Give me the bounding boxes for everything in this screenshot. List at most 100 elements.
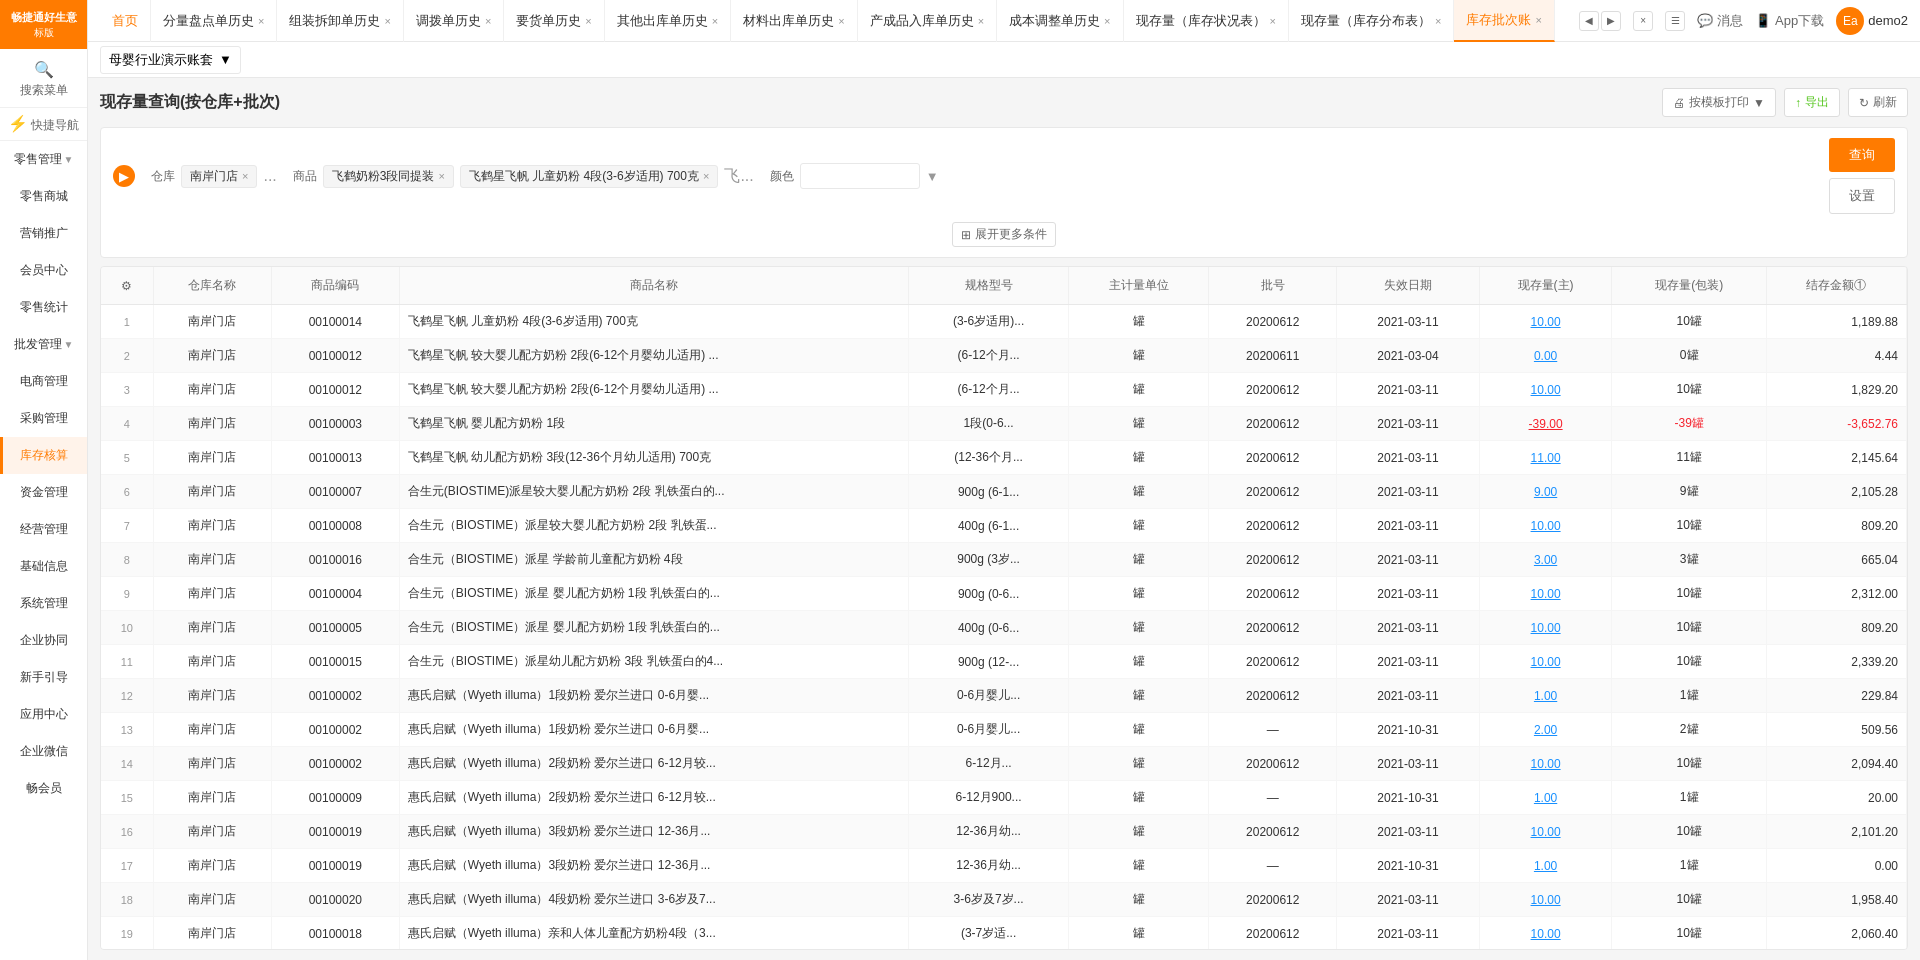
- product-more-button[interactable]: 飞...: [724, 166, 753, 187]
- print-button[interactable]: 🖨 按模板打印 ▼: [1662, 88, 1776, 117]
- product-filter-tag-1[interactable]: 飞鹤奶粉3段同提装 ×: [323, 165, 454, 188]
- product-filter-tag-2-remove[interactable]: ×: [703, 170, 709, 182]
- cell-amount: 20.00: [1766, 781, 1906, 815]
- sidebar-item-enterprise[interactable]: 企业协同: [0, 622, 87, 659]
- sidebar-item-retail-stats[interactable]: 零售统计: [0, 289, 87, 326]
- cell-qty-main[interactable]: 10.00: [1479, 305, 1612, 339]
- tab-other-outbound[interactable]: 其他出库单历史 ×: [605, 0, 731, 42]
- query-button[interactable]: 查询: [1829, 138, 1895, 172]
- cell-qty-main[interactable]: 2.00: [1479, 713, 1612, 747]
- product-filter-tag-1-remove[interactable]: ×: [438, 170, 444, 182]
- app-download-button[interactable]: 📱 App下载: [1755, 12, 1824, 30]
- sidebar-item-basic[interactable]: 基础信息: [0, 548, 87, 585]
- cell-qty-main[interactable]: 10.00: [1479, 611, 1612, 645]
- tab-inventory-status[interactable]: 现存量（库存状况表） ×: [1124, 0, 1289, 42]
- tab-cost-adjust-close[interactable]: ×: [1104, 15, 1110, 27]
- warehouse-filter-tag[interactable]: 南岸门店 ×: [181, 165, 257, 188]
- tab-home[interactable]: 首页: [100, 0, 151, 42]
- cell-qty-main[interactable]: 10.00: [1479, 509, 1612, 543]
- sidebar-item-finance[interactable]: 资金管理: [0, 474, 87, 511]
- col-settings[interactable]: ⚙: [101, 267, 153, 305]
- cell-name: 飞鹤星飞帆 较大婴儿配方奶粉 2段(6-12个月婴幼儿适用) ...: [399, 339, 908, 373]
- sidebar-item-appcenter[interactable]: 应用中心: [0, 696, 87, 733]
- sidebar-shortcut-button[interactable]: ⚡ 快捷导航: [0, 108, 87, 141]
- sidebar-item-retail-shop[interactable]: 零售商城: [0, 178, 87, 215]
- expand-conditions-button[interactable]: ⊞ 展开更多条件: [952, 222, 1056, 247]
- cell-amount: 2,105.28: [1766, 475, 1906, 509]
- sidebar-item-ecommerce[interactable]: 电商管理: [0, 363, 87, 400]
- tab-requisition[interactable]: 要货单历史 ×: [504, 0, 604, 42]
- tab-inventory-dist-close[interactable]: ×: [1435, 15, 1441, 27]
- tab-batch-account-close[interactable]: ×: [1535, 14, 1541, 26]
- cell-qty-main[interactable]: 10.00: [1479, 373, 1612, 407]
- cell-qty-pkg: -39罐: [1612, 407, 1767, 441]
- sidebar-item-retail[interactable]: 零售管理 ▼: [0, 141, 87, 178]
- tab-inventory-status-close[interactable]: ×: [1270, 15, 1276, 27]
- cell-qty-main[interactable]: 3.00: [1479, 543, 1612, 577]
- cell-warehouse: 南岸门店: [153, 917, 271, 951]
- org-selector[interactable]: 母婴行业演示账套 ▼: [100, 46, 241, 74]
- tab-transfer-close[interactable]: ×: [485, 15, 491, 27]
- tab-cost-adjust[interactable]: 成本调整单历史 ×: [997, 0, 1123, 42]
- cell-qty-main[interactable]: 10.00: [1479, 883, 1612, 917]
- sidebar-item-system[interactable]: 系统管理: [0, 585, 87, 622]
- tab-assembly-close[interactable]: ×: [384, 15, 390, 27]
- tab-batch-account[interactable]: 库存批次账 ×: [1454, 0, 1554, 42]
- user-profile[interactable]: Ea demo2: [1836, 7, 1908, 35]
- cell-qty-main[interactable]: 1.00: [1479, 849, 1612, 883]
- message-button[interactable]: 💬 消息: [1697, 12, 1743, 30]
- tab-requisition-close[interactable]: ×: [585, 15, 591, 27]
- tab-split-inventory[interactable]: 分量盘点单历史 ×: [151, 0, 277, 42]
- tab-material-outbound-close[interactable]: ×: [838, 15, 844, 27]
- cell-unit: 罐: [1069, 611, 1209, 645]
- sidebar-item-member[interactable]: 会员中心: [0, 252, 87, 289]
- tab-menu[interactable]: ☰: [1665, 11, 1685, 31]
- cell-qty-main[interactable]: 1.00: [1479, 781, 1612, 815]
- sidebar-item-marketing[interactable]: 营销推广: [0, 215, 87, 252]
- tab-assembly[interactable]: 组装拆卸单历史 ×: [277, 0, 403, 42]
- export-button[interactable]: ↑ 导出: [1784, 88, 1840, 117]
- cell-qty-main[interactable]: 9.00: [1479, 475, 1612, 509]
- cell-qty-main[interactable]: 10.00: [1479, 917, 1612, 951]
- cell-qty-main[interactable]: 1.00: [1479, 679, 1612, 713]
- sidebar-item-enterprise-wechat[interactable]: 企业微信: [0, 733, 87, 770]
- sidebar-logo[interactable]: 畅捷通好生意 标版: [0, 0, 87, 49]
- cell-code: 00100012: [271, 373, 399, 407]
- tab-finished-goods-close[interactable]: ×: [978, 15, 984, 27]
- sidebar-item-newguide[interactable]: 新手引导: [0, 659, 87, 696]
- sidebar-item-operations[interactable]: 经营管理: [0, 511, 87, 548]
- cell-qty-main[interactable]: 11.00: [1479, 441, 1612, 475]
- tab-scroll-left[interactable]: ◀: [1579, 11, 1599, 31]
- cell-qty-main[interactable]: 10.00: [1479, 747, 1612, 781]
- cell-qty-main[interactable]: 10.00: [1479, 577, 1612, 611]
- sidebar-item-purchase[interactable]: 采购管理: [0, 400, 87, 437]
- tab-material-outbound[interactable]: 材料出库单历史 ×: [731, 0, 857, 42]
- tab-close-all[interactable]: ×: [1633, 11, 1653, 31]
- product-filter-value-1: 飞鹤奶粉3段同提装: [332, 168, 435, 185]
- sidebar-item-vip[interactable]: 畅会员: [0, 770, 87, 807]
- cell-qty-main[interactable]: 10.00: [1479, 645, 1612, 679]
- tab-scroll-right[interactable]: ▶: [1601, 11, 1621, 31]
- sidebar-item-enterprise-label: 企业协同: [0, 632, 87, 649]
- cell-qty-main[interactable]: 10.00: [1479, 815, 1612, 849]
- table-header-row: ⚙ 仓库名称 商品编码 商品名称 规格型号 主计量单位 批号 失效日期 现存量(…: [101, 267, 1907, 305]
- tab-transfer[interactable]: 调拨单历史 ×: [404, 0, 504, 42]
- product-filter-tag-2[interactable]: 飞鹤星飞帆 儿童奶粉 4段(3-6岁适用) 700克 ×: [460, 165, 718, 188]
- setting-button[interactable]: 设置: [1829, 178, 1895, 214]
- sidebar-item-wholesale[interactable]: 批发管理 ▼: [0, 326, 87, 363]
- tab-inventory-dist[interactable]: 现存量（库存分布表） ×: [1289, 0, 1454, 42]
- warehouse-more-button[interactable]: ...: [263, 167, 276, 185]
- filter-expand-icon[interactable]: ▶: [113, 165, 135, 187]
- sidebar-search-button[interactable]: 🔍 搜索菜单: [0, 49, 87, 108]
- sidebar-item-inventory[interactable]: 库存核算: [0, 437, 87, 474]
- cell-qty-main[interactable]: 0.00: [1479, 339, 1612, 373]
- tab-other-outbound-close[interactable]: ×: [712, 15, 718, 27]
- cell-no: 5: [101, 441, 153, 475]
- tab-split-inventory-close[interactable]: ×: [258, 15, 264, 27]
- color-filter-input[interactable]: [800, 163, 920, 189]
- table-row: 9 南岸门店 00100004 合生元（BIOSTIME）派星 婴儿配方奶粉 1…: [101, 577, 1907, 611]
- tab-finished-goods[interactable]: 产成品入库单历史 ×: [858, 0, 997, 42]
- refresh-button[interactable]: ↻ 刷新: [1848, 88, 1908, 117]
- warehouse-filter-remove[interactable]: ×: [242, 170, 248, 182]
- color-filter-dropdown[interactable]: ▼: [926, 169, 939, 184]
